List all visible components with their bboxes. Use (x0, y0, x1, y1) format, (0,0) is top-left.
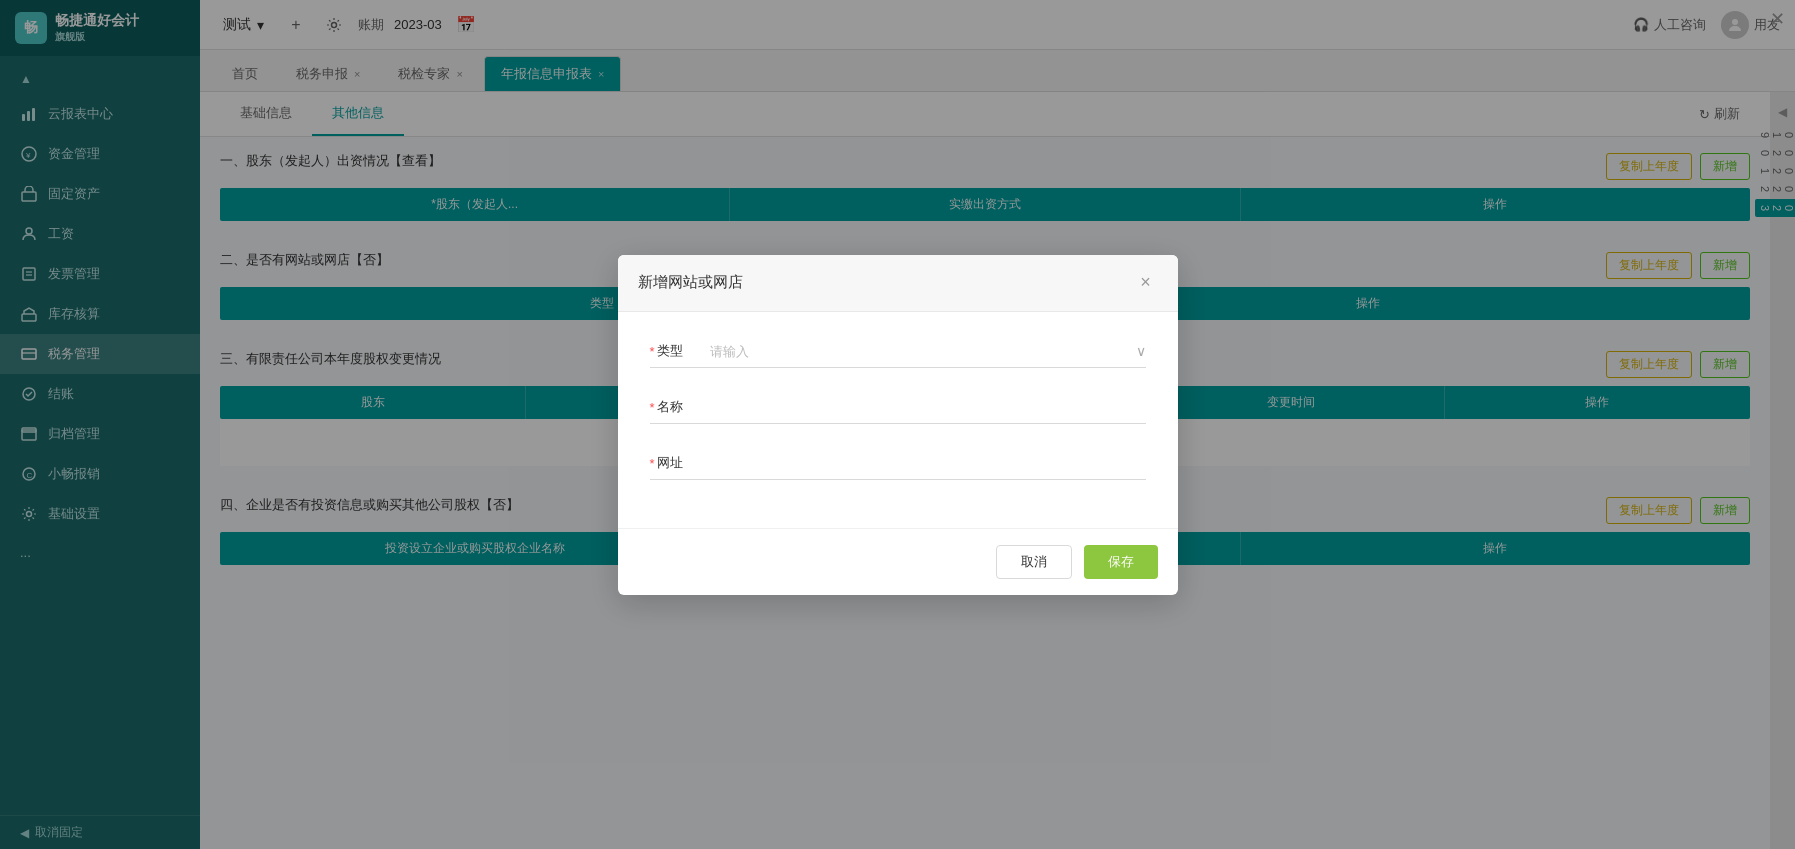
url-input[interactable] (710, 452, 1146, 475)
modal-title: 新增网站或网店 (638, 273, 743, 292)
modal-add-website: 新增网站或网店 × *类型 ∨ *名称 (618, 255, 1178, 595)
required-mark: * (650, 344, 655, 359)
modal-header: 新增网站或网店 × (618, 255, 1178, 312)
required-mark: * (650, 456, 655, 471)
type-input[interactable] (710, 340, 1126, 363)
save-button[interactable]: 保存 (1084, 545, 1158, 579)
modal-close-button[interactable]: × (1134, 271, 1158, 295)
type-field-row: *类型 ∨ (650, 336, 1146, 368)
name-field-row: *名称 (650, 392, 1146, 424)
form-item-type: *类型 ∨ (650, 336, 1146, 368)
required-mark: * (650, 400, 655, 415)
cancel-button[interactable]: 取消 (996, 545, 1072, 579)
modal-body: *类型 ∨ *名称 (618, 312, 1178, 528)
form-item-name: *名称 (650, 392, 1146, 424)
form-item-url: *网址 (650, 448, 1146, 480)
url-label: *网址 (650, 454, 683, 472)
url-field-row: *网址 (650, 448, 1146, 480)
name-input[interactable] (710, 396, 1146, 419)
modal-footer: 取消 保存 (618, 528, 1178, 595)
modal-overlay[interactable]: 新增网站或网店 × *类型 ∨ *名称 (0, 0, 1795, 849)
name-label: *名称 (650, 398, 683, 416)
type-dropdown-icon[interactable]: ∨ (1136, 343, 1146, 359)
type-label: *类型 (650, 342, 683, 360)
